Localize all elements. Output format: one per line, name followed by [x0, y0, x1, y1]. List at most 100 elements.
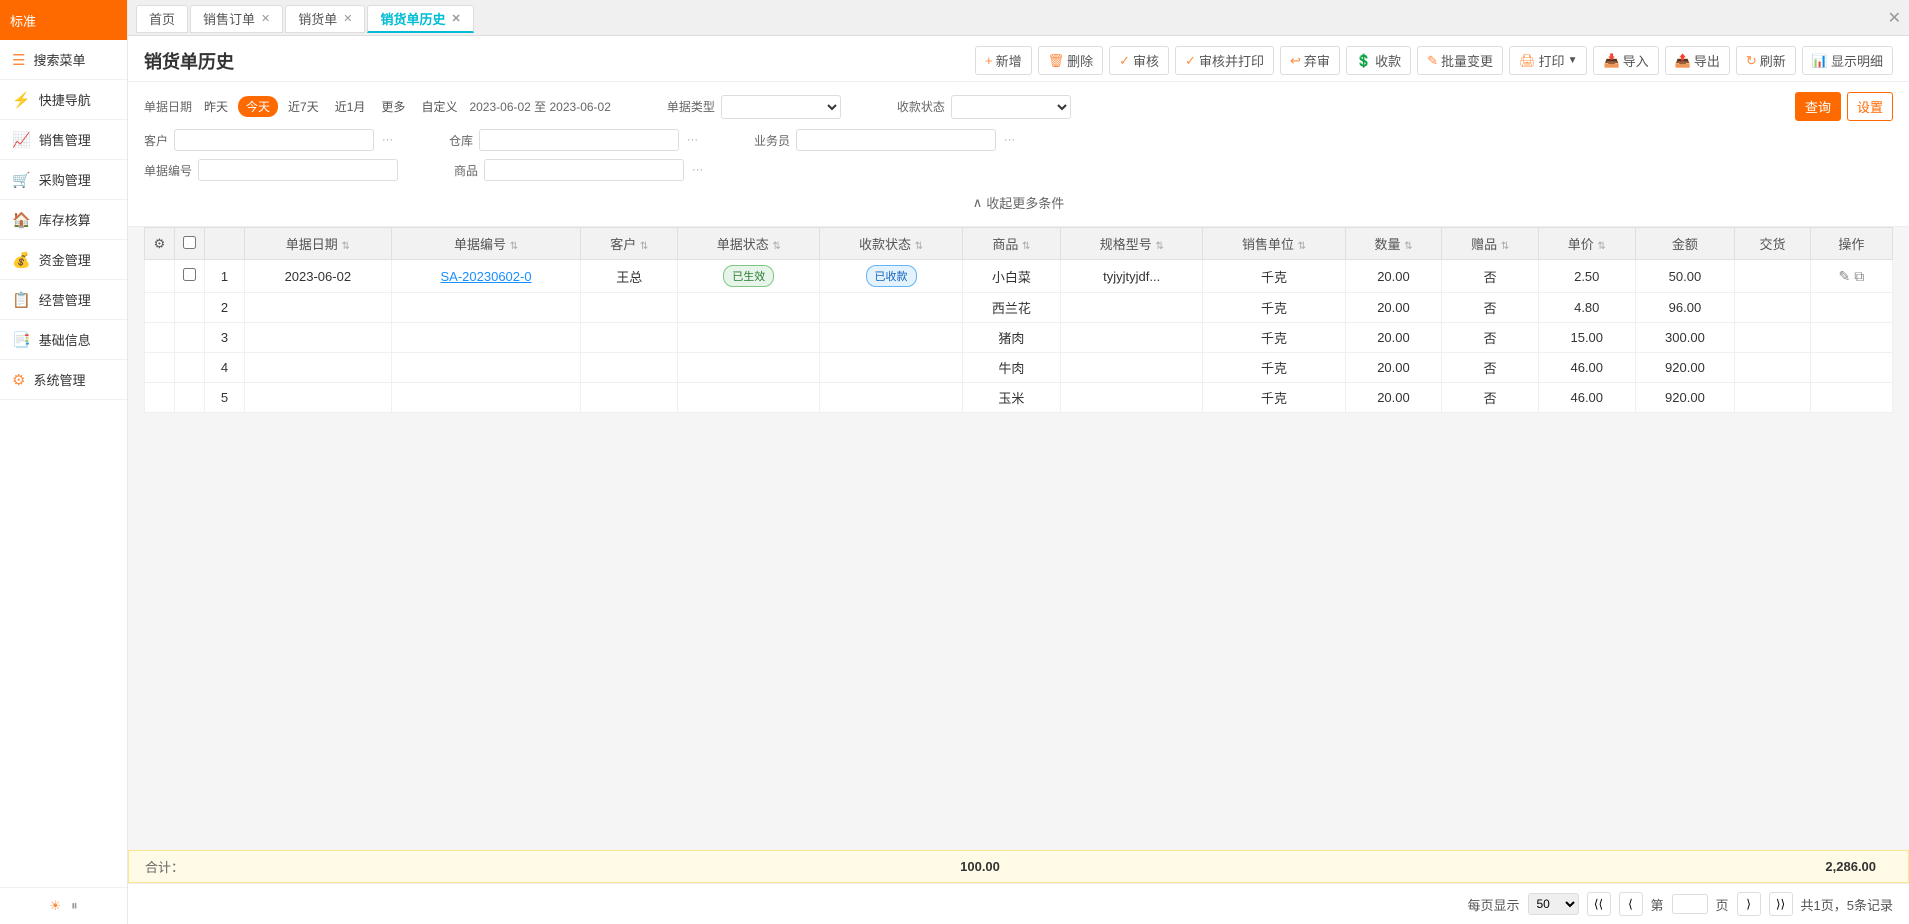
export-button[interactable]: 📤 导出	[1665, 46, 1730, 75]
refresh-button[interactable]: ↻ 刷新	[1736, 46, 1796, 75]
sidebar-item-search-menu[interactable]: ☰ 搜索菜单	[0, 40, 127, 80]
sidebar-item-fund-mgmt[interactable]: 💰 资金管理	[0, 240, 127, 280]
row-pay-status	[820, 383, 962, 413]
staff-input[interactable]	[796, 129, 996, 151]
show-detail-button[interactable]: 📊 显示明细	[1802, 46, 1893, 75]
col-price[interactable]: 单价 ⇅	[1538, 228, 1635, 260]
col-goods[interactable]: 商品 ⇅	[962, 228, 1060, 260]
sidebar-item-quick-nav[interactable]: ⚡ 快捷导航	[0, 80, 127, 120]
sidebar-footer-icon1[interactable]: ☀	[49, 898, 61, 914]
tab-sales-order-close[interactable]: ✕	[261, 12, 270, 25]
collect-button[interactable]: 💲 收款	[1346, 46, 1411, 75]
sidebar-footer-icon2[interactable]: ⏸	[71, 898, 78, 914]
payment-status-select[interactable]	[951, 95, 1071, 119]
sidebar-item-purchase-mgmt-label: 采购管理	[39, 170, 91, 189]
row-price: 4.80	[1538, 293, 1635, 323]
tab-sales-goods-close[interactable]: ✕	[343, 12, 352, 25]
collapse-button[interactable]: ∧ 收起更多条件	[144, 189, 1893, 216]
customer-dots[interactable]: ···	[382, 134, 393, 146]
next-page-button[interactable]: ⟩	[1737, 892, 1761, 916]
select-all-checkbox[interactable]	[183, 236, 196, 249]
sort-customer-icon: ⇅	[640, 241, 648, 252]
sidebar-header: 标准	[0, 0, 127, 40]
sort-qty-icon: ⇅	[1404, 241, 1412, 252]
row-customer	[581, 293, 678, 323]
date-btn-more[interactable]: 更多	[375, 96, 411, 117]
row-docno[interactable]: SA-20230602-0	[391, 260, 581, 293]
table-row: 5 玉米 千克 20.00 否 46.00 920.00	[145, 383, 1893, 413]
query-button[interactable]: 查询	[1795, 92, 1841, 121]
tab-bar-close-all[interactable]: ✕	[1888, 8, 1901, 28]
warehouse-input[interactable]	[479, 129, 679, 151]
date-btn-today[interactable]: 今天	[238, 96, 278, 117]
row-pay-status: 已收款	[820, 260, 962, 293]
docno-link[interactable]: SA-20230602-0	[441, 269, 532, 284]
per-page-select[interactable]: 50 100 200	[1528, 893, 1579, 915]
date-btn-7days[interactable]: 近7天	[282, 96, 325, 117]
goods-dots[interactable]: ···	[692, 164, 703, 176]
row-price: 15.00	[1538, 323, 1635, 353]
col-spec[interactable]: 规格型号 ⇅	[1061, 228, 1203, 260]
col-settings[interactable]: ⚙	[145, 228, 175, 260]
col-delivery: 交货	[1735, 228, 1811, 260]
show-detail-icon: 📊	[1812, 53, 1828, 69]
page-number-input[interactable]: 1	[1672, 894, 1708, 914]
audit-print-button[interactable]: ✓ 审核并打印	[1175, 46, 1274, 75]
row-gift: 否	[1442, 293, 1539, 323]
sidebar-item-operation-mgmt[interactable]: 📋 经营管理	[0, 280, 127, 320]
row-price: 46.00	[1538, 353, 1635, 383]
col-qty[interactable]: 数量 ⇅	[1345, 228, 1442, 260]
staff-dots[interactable]: ···	[1004, 134, 1015, 146]
edit-icon[interactable]: ✎	[1839, 268, 1851, 284]
row-gift: 否	[1442, 260, 1539, 293]
first-page-button[interactable]: ⟨⟨	[1587, 892, 1611, 916]
row-pay-status	[820, 323, 962, 353]
abandon-button[interactable]: ↩ 弃审	[1280, 46, 1340, 75]
date-range-display: 2023-06-02 至 2023-06-02	[469, 98, 610, 115]
col-docno[interactable]: 单据编号 ⇅	[391, 228, 581, 260]
delete-button[interactable]: 🗑 删除	[1038, 46, 1104, 75]
date-btn-custom[interactable]: 自定义	[415, 96, 463, 117]
date-btn-1month[interactable]: 近1月	[329, 96, 372, 117]
tab-sales-history-close[interactable]: ✕	[452, 12, 461, 25]
pagination-bar: 每页显示 50 100 200 ⟨⟨ ⟨ 第 1 页 ⟩ ⟩⟩ 共1页，5条记录	[128, 883, 1909, 924]
batch-change-button[interactable]: ✎ 批量变更	[1417, 46, 1503, 75]
col-date[interactable]: 单据日期 ⇅	[245, 228, 392, 260]
last-page-button[interactable]: ⟩⟩	[1769, 892, 1793, 916]
filter-goods: 商品 ···	[454, 159, 703, 181]
tab-sales-order[interactable]: 销售订单 ✕	[190, 5, 283, 33]
row-select-checkbox[interactable]	[183, 268, 196, 281]
print-button[interactable]: 🖨 打印 ▼	[1509, 46, 1587, 75]
tab-sales-history[interactable]: 销货单历史 ✕	[367, 5, 473, 33]
col-gift[interactable]: 赠品 ⇅	[1442, 228, 1539, 260]
delete-icon: 🗑	[1048, 53, 1065, 69]
doc-type-select[interactable]	[721, 95, 841, 119]
sidebar-item-inventory-calc[interactable]: 🏠 库存核算	[0, 200, 127, 240]
add-button[interactable]: + 新增	[975, 46, 1032, 75]
main-area: 首页 销售订单 ✕ 销货单 ✕ 销货单历史 ✕ ✕ 销货单历史 + 新增	[128, 0, 1909, 924]
row-unit: 千克	[1203, 353, 1345, 383]
tab-sales-goods[interactable]: 销货单 ✕	[285, 5, 365, 33]
docno-input[interactable]	[198, 159, 398, 181]
sidebar-item-sales-mgmt[interactable]: 📈 销售管理	[0, 120, 127, 160]
sidebar-item-basic-info[interactable]: 📑 基础信息	[0, 320, 127, 360]
customer-input[interactable]	[174, 129, 374, 151]
import-button[interactable]: 📥 导入	[1593, 46, 1658, 75]
col-customer[interactable]: 客户 ⇅	[581, 228, 678, 260]
col-unit[interactable]: 销售单位 ⇅	[1203, 228, 1345, 260]
audit-button[interactable]: ✓ 审核	[1109, 46, 1169, 75]
row-unit: 千克	[1203, 323, 1345, 353]
date-btn-yesterday[interactable]: 昨天	[198, 96, 234, 117]
doc-type-label: 单据类型	[667, 98, 715, 115]
col-doc-status[interactable]: 单据状态 ⇅	[678, 228, 820, 260]
goods-input[interactable]	[484, 159, 684, 181]
row-spec: tyjyjtyjdf...	[1061, 260, 1203, 293]
settings-button[interactable]: 设置	[1847, 92, 1893, 121]
tab-home[interactable]: 首页	[136, 5, 188, 33]
prev-page-button[interactable]: ⟨	[1619, 892, 1643, 916]
sidebar-item-purchase-mgmt[interactable]: 🛒 采购管理	[0, 160, 127, 200]
copy-icon[interactable]: ⧉	[1854, 268, 1864, 284]
sidebar-item-system-mgmt[interactable]: ⚙ 系统管理	[0, 360, 127, 400]
warehouse-dots[interactable]: ···	[687, 134, 698, 146]
col-pay-status[interactable]: 收款状态 ⇅	[820, 228, 962, 260]
